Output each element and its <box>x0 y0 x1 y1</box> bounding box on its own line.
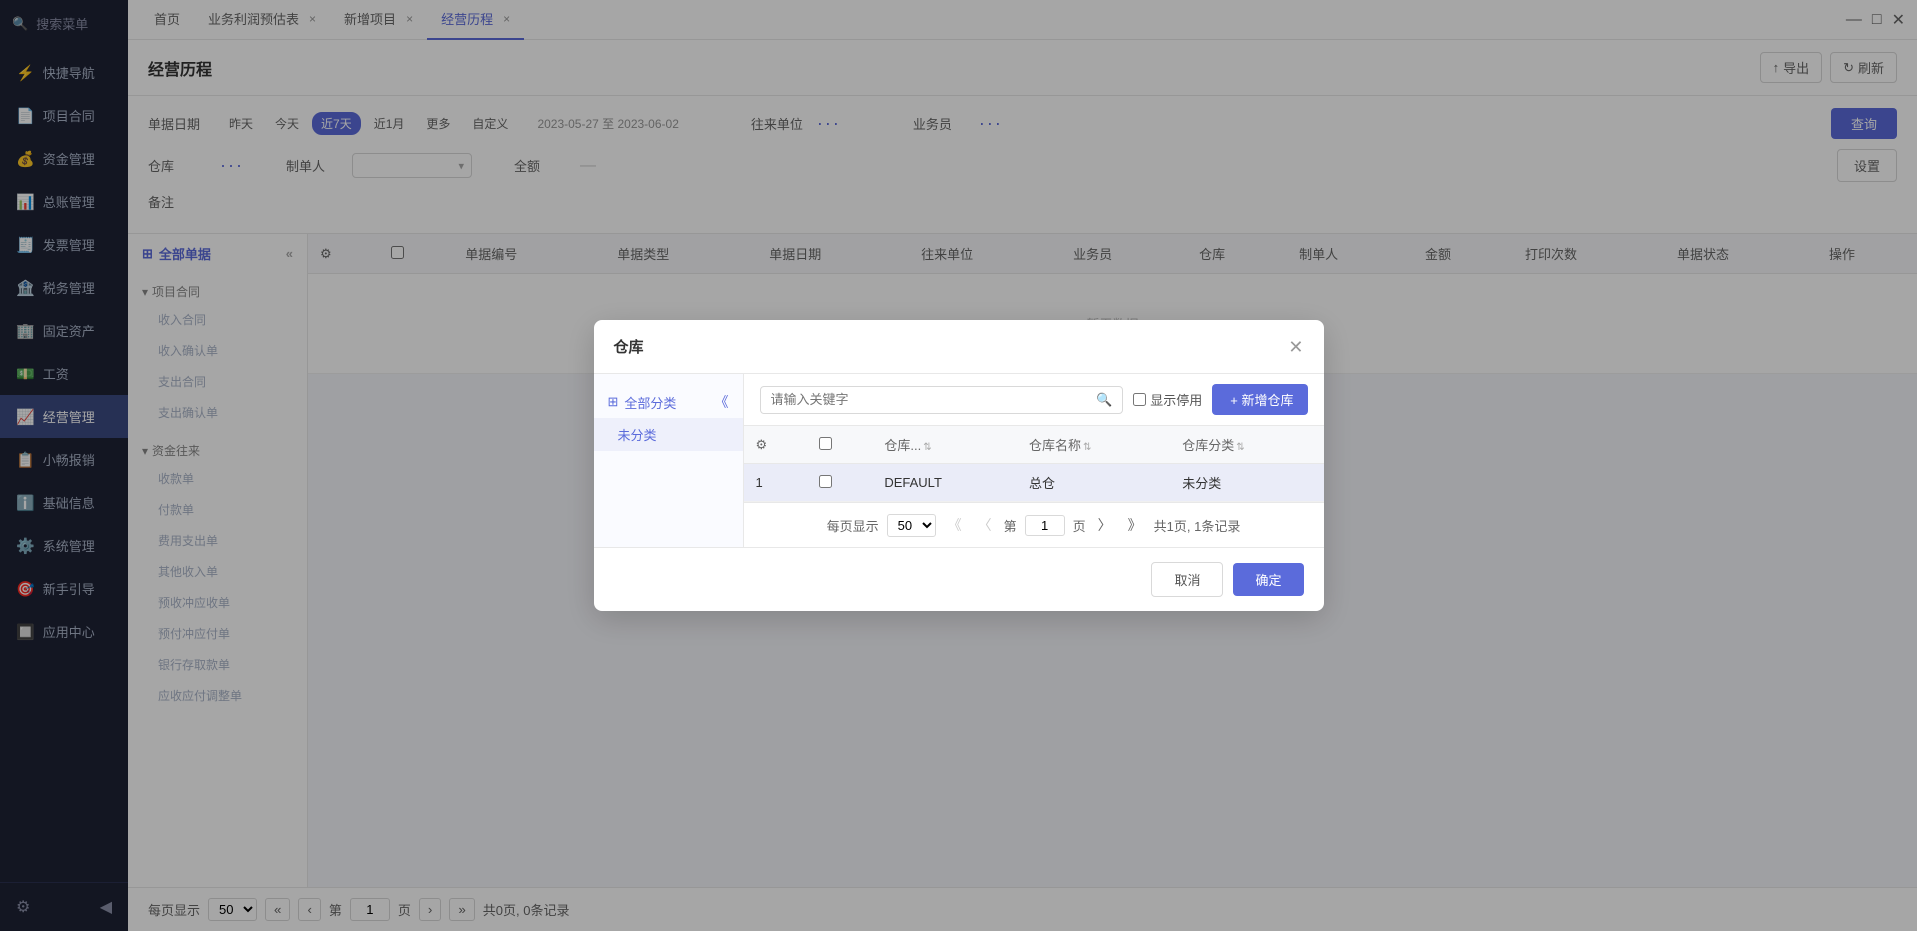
wh-checkbox-1[interactable] <box>819 475 832 488</box>
modal-overlay: 仓库 ✕ ⊞ 全部分类 《 未分类 <box>0 0 1917 931</box>
modal-total: 共1页, 1条记录 <box>1154 516 1241 535</box>
modal-page-suffix: 页 <box>1073 516 1086 535</box>
modal-search-input[interactable] <box>771 392 1091 407</box>
modal-page-size[interactable]: 50 <box>887 514 936 537</box>
th-wh-category: 仓库分类⇅ <box>1170 426 1323 464</box>
wh-row-check <box>807 464 873 502</box>
th-modal-check <box>807 426 873 464</box>
modal-prev-page[interactable]: 〈 <box>974 513 996 537</box>
modal-table-wrap: ⚙ 仓库...⇅ 仓库名称⇅ 仓库分类⇅ <box>744 426 1324 502</box>
modal-header: 仓库 ✕ <box>594 320 1324 374</box>
modal-content: 🔍 显示停用 + 新增仓库 <box>744 374 1324 547</box>
th-modal-settings: ⚙ <box>744 426 807 464</box>
modal-page-input[interactable] <box>1025 515 1065 536</box>
th-wh-code: 仓库...⇅ <box>872 426 1017 464</box>
modal-search-box: 🔍 <box>760 386 1124 414</box>
modal-search-icon[interactable]: 🔍 <box>1096 392 1112 408</box>
wh-row-num: 1 <box>744 464 807 502</box>
add-warehouse-btn[interactable]: + 新增仓库 <box>1212 384 1307 415</box>
wh-code: DEFAULT <box>872 464 1017 502</box>
modal-sidebar: ⊞ 全部分类 《 未分类 <box>594 374 744 547</box>
uncategorized-label: 未分类 <box>618 428 657 443</box>
sidebar-grid-icon: ⊞ <box>608 394 619 410</box>
modal-close-btn[interactable]: ✕ <box>1288 338 1303 356</box>
modal-next-page[interactable]: 〉 <box>1094 513 1116 537</box>
modal-first-page[interactable]: 《 <box>944 513 966 537</box>
modal-pagination: 每页显示 50 《 〈 第 页 〉 》 共1页, 1条记录 <box>744 502 1324 547</box>
modal-last-page[interactable]: 》 <box>1124 513 1146 537</box>
add-warehouse-label: + 新增仓库 <box>1230 390 1293 409</box>
modal-title: 仓库 <box>614 336 644 357</box>
modal-page-word: 第 <box>1004 516 1017 535</box>
warehouse-table: ⚙ 仓库...⇅ 仓库名称⇅ 仓库分类⇅ <box>744 426 1324 502</box>
modal-toolbar: 🔍 显示停用 + 新增仓库 <box>744 374 1324 426</box>
modal-sidebar-collapse-btn[interactable]: 《 <box>715 392 729 412</box>
show-disabled-label[interactable]: 显示停用 <box>1133 390 1202 409</box>
modal-cancel-btn[interactable]: 取消 <box>1151 562 1223 597</box>
show-disabled-checkbox[interactable] <box>1133 393 1146 406</box>
modal-sidebar-uncategorized[interactable]: 未分类 <box>594 418 743 451</box>
warehouse-row-1[interactable]: 1 DEFAULT 总仓 未分类 <box>744 464 1324 502</box>
modal-confirm-btn[interactable]: 确定 <box>1233 563 1303 596</box>
show-disabled-text: 显示停用 <box>1150 390 1202 409</box>
modal-sidebar-header[interactable]: ⊞ 全部分类 《 <box>594 386 743 418</box>
modal-per-page-label: 每页显示 <box>827 516 879 535</box>
th-wh-name: 仓库名称⇅ <box>1017 426 1170 464</box>
modal-body: ⊞ 全部分类 《 未分类 🔍 显示停用 <box>594 374 1324 547</box>
wh-name: 总仓 <box>1017 464 1170 502</box>
modal-sidebar-all-label: 全部分类 <box>624 393 676 412</box>
modal-action-footer: 取消 确定 <box>594 547 1324 611</box>
modal-select-all[interactable] <box>819 437 832 450</box>
warehouse-table-header: ⚙ 仓库...⇅ 仓库名称⇅ 仓库分类⇅ <box>744 426 1324 464</box>
warehouse-modal: 仓库 ✕ ⊞ 全部分类 《 未分类 <box>594 320 1324 611</box>
wh-category: 未分类 <box>1170 464 1323 502</box>
